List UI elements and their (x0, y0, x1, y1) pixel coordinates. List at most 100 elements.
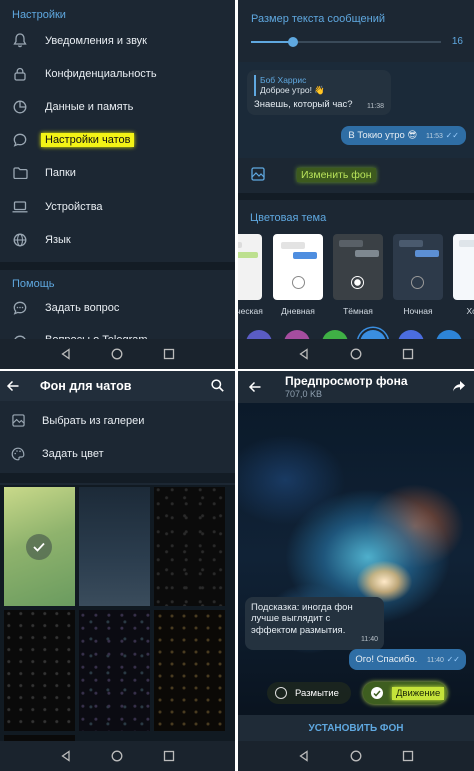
message-text: В Токио утро 😎 (348, 130, 418, 141)
message-text: Подсказка: иногда фон лучше выглядит с э… (251, 602, 353, 636)
settings-item-ask-question[interactable]: Задать вопрос (0, 291, 235, 324)
nav-back-icon[interactable] (60, 348, 72, 360)
read-check-icon: ✓✓ (446, 655, 460, 664)
bell-icon (12, 33, 28, 49)
nav-back-icon[interactable] (298, 750, 310, 762)
incoming-message: Подсказка: иногда фон лучше выглядит с э… (245, 597, 384, 650)
message-text: Знаешь, который час? (254, 99, 353, 110)
reply-text: Доброе утро! 👋 (260, 85, 325, 95)
slider-knob[interactable] (287, 37, 298, 47)
selected-check-icon (26, 534, 52, 560)
theme-card-dark[interactable] (333, 234, 383, 300)
theme-card-classic[interactable] (238, 234, 262, 300)
settings-item-label: Данные и память (45, 100, 134, 113)
settings-item-label: Язык (45, 233, 71, 246)
nav-home-icon[interactable] (111, 348, 123, 360)
settings-item-data[interactable]: Данные и память (0, 90, 235, 123)
settings-section-title: Настройки (12, 9, 66, 21)
nav-recents-icon[interactable] (402, 348, 414, 360)
nav-home-icon[interactable] (111, 750, 123, 762)
pie-chart-icon (12, 99, 28, 115)
nav-recents-icon[interactable] (163, 750, 175, 762)
reply-name: Боб Харрис (260, 75, 307, 85)
wallpaper-icon (251, 167, 267, 183)
slider-fill (251, 41, 293, 43)
chat-bubble-icon (12, 132, 28, 148)
chat-settings-panel: Размер текста сообщений 16 Боб Харрис До… (238, 0, 474, 369)
wallpaper-tile[interactable] (79, 610, 150, 731)
theme-card-arctic[interactable] (453, 234, 474, 300)
theme-label: Ночная (403, 306, 433, 316)
nav-recents-icon[interactable] (163, 348, 175, 360)
message-time: 11:40 (361, 636, 378, 644)
settings-item-devices[interactable]: Устройства (0, 190, 235, 223)
settings-panel: Настройки Уведомления и звук Конфиденциа… (0, 0, 235, 369)
theme-radio-selected (351, 276, 364, 289)
background-preview-panel: Предпросмотр фона 707,0 KB Подсказка: ин… (238, 371, 474, 771)
wallpaper-tile[interactable] (4, 610, 75, 731)
change-background-row[interactable]: Изменить фон (238, 160, 474, 190)
wallpaper-grid (0, 485, 235, 741)
blur-toggle[interactable]: Размытие (267, 682, 351, 704)
settings-item-notifications[interactable]: Уведомления и звук (0, 24, 235, 57)
theme-card-day[interactable] (273, 234, 323, 300)
blur-label: Размытие (295, 687, 339, 699)
settings-item-privacy[interactable]: Конфиденциальность (0, 57, 235, 90)
theme-card-night[interactable] (393, 234, 443, 300)
theme-radio (411, 276, 424, 289)
nav-home-icon[interactable] (350, 348, 362, 360)
system-nav-bar (0, 741, 235, 771)
image-icon (10, 413, 26, 429)
settings-item-language[interactable]: Язык (0, 223, 235, 256)
system-nav-bar (238, 339, 474, 369)
nav-back-icon[interactable] (60, 750, 72, 762)
wallpaper-tile-selected[interactable] (4, 487, 75, 606)
file-size: 707,0 KB (285, 389, 323, 399)
share-icon[interactable] (452, 380, 466, 394)
nav-home-icon[interactable] (350, 750, 362, 762)
wallpapers-panel: Фон для чатов Выбрать из галереи Задать … (0, 371, 235, 771)
outgoing-message: Ого! Спасибо. 11:40 ✓✓ (349, 649, 466, 670)
theme-radio (292, 276, 305, 289)
reply-quote: Боб Харрис Доброе утро! 👋 (254, 75, 384, 96)
apply-background-label: УСТАНОВИТЬ ФОН (308, 722, 404, 734)
section-divider (0, 473, 235, 483)
set-color-label: Задать цвет (42, 447, 104, 460)
wallpaper-tile[interactable] (154, 610, 225, 731)
lock-icon (12, 66, 28, 82)
apply-background-button[interactable]: УСТАНОВИТЬ ФОН (238, 715, 474, 741)
back-arrow-icon[interactable] (248, 380, 262, 394)
motion-toggle[interactable]: Движение (363, 682, 447, 704)
theme-label: Холо... (466, 306, 474, 316)
pick-from-gallery-row[interactable]: Выбрать из галереи (0, 405, 235, 436)
back-arrow-icon[interactable] (6, 379, 20, 393)
message-time: 11:38 (367, 103, 384, 110)
settings-item-label: Настройки чатов (41, 132, 135, 147)
incoming-message: Боб Харрис Доброе утро! 👋 Знаешь, которы… (247, 70, 391, 115)
set-color-row[interactable]: Задать цвет (0, 438, 235, 469)
page-title: Фон для чатов (40, 379, 132, 393)
settings-item-chats[interactable]: Настройки чатов (0, 123, 235, 156)
search-icon[interactable] (211, 379, 225, 393)
laptop-icon (12, 199, 28, 215)
nav-recents-icon[interactable] (402, 750, 414, 762)
system-nav-bar (238, 741, 474, 771)
settings-item-label: Конфиденциальность (45, 67, 157, 80)
nav-back-icon[interactable] (298, 348, 310, 360)
theme-carousel[interactable]: ...ческая Дневная Тёмная Ночная Холо... (238, 232, 474, 322)
settings-item-label: Задать вопрос (45, 301, 120, 314)
color-theme-title: Цветовая тема (250, 212, 327, 224)
settings-item-folders[interactable]: Папки (0, 156, 235, 189)
outgoing-message: В Токио утро 😎 11:53 ✓✓ (341, 126, 466, 145)
pick-from-gallery-label: Выбрать из галереи (42, 414, 145, 427)
settings-item-label: Устройства (45, 200, 103, 213)
text-size-slider[interactable] (251, 37, 441, 47)
text-size-value: 16 (451, 36, 463, 47)
wallpaper-tile[interactable] (79, 487, 150, 606)
wallpaper-tile[interactable] (154, 487, 225, 606)
chat-dots-icon (12, 300, 28, 316)
toolbar: Предпросмотр фона 707,0 KB (238, 371, 474, 403)
help-section-title: Помощь (12, 278, 55, 290)
motion-check-icon (371, 687, 383, 699)
system-nav-bar (0, 339, 235, 369)
